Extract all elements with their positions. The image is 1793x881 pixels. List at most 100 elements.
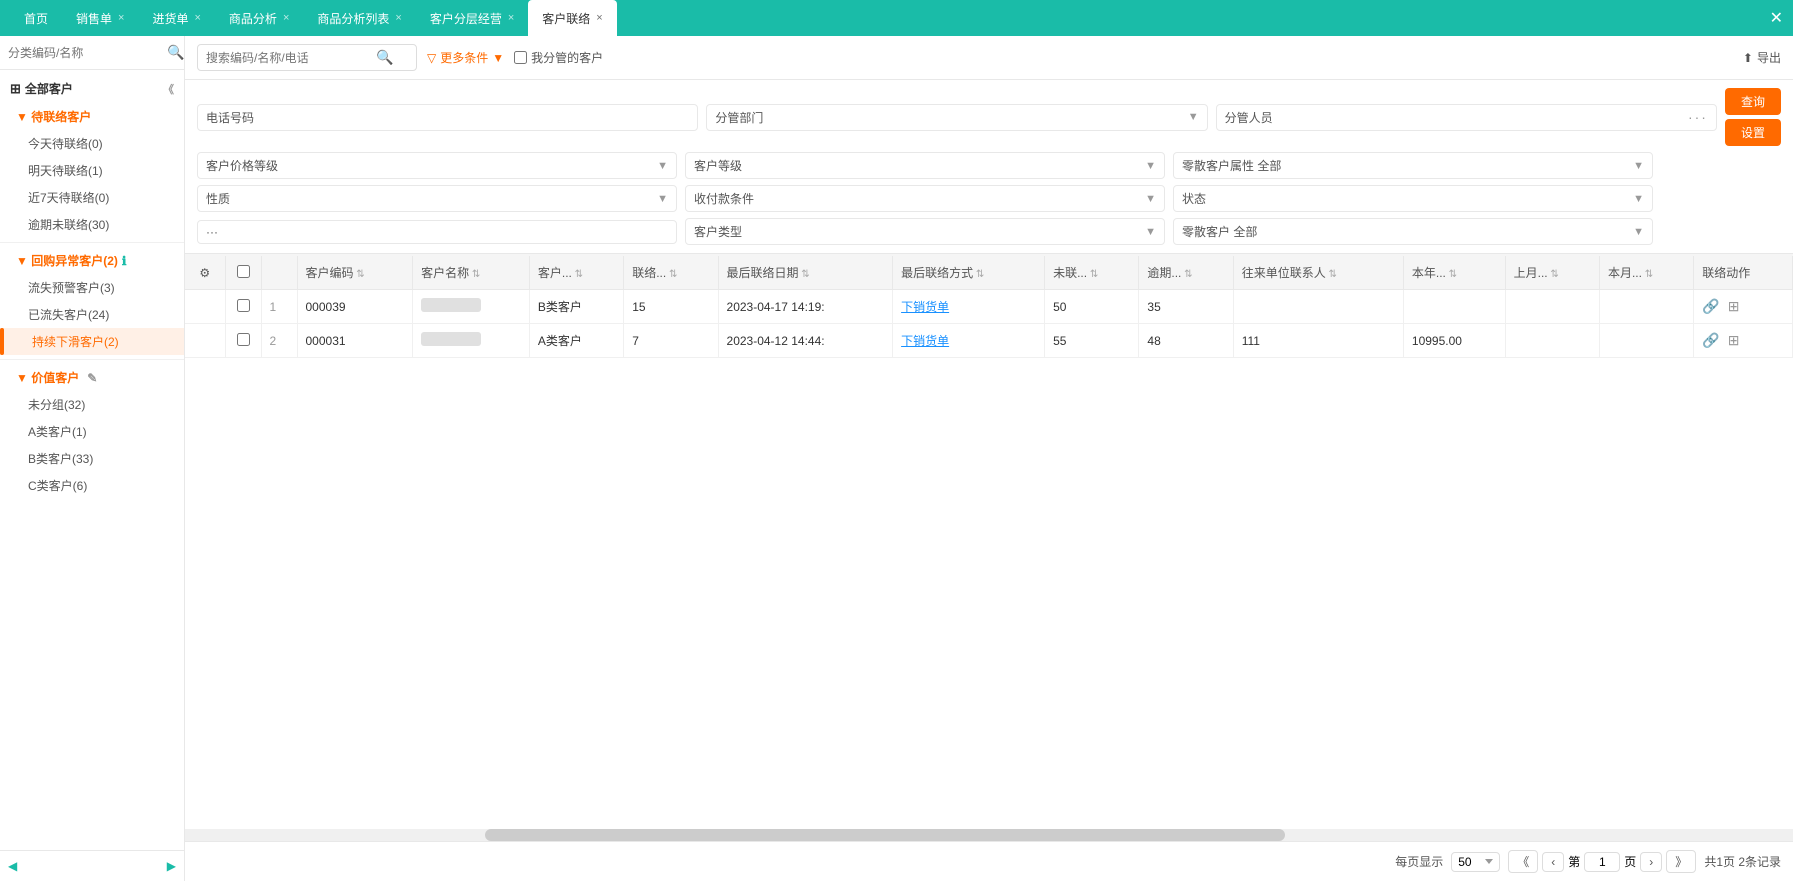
nav-home[interactable]: 首页 <box>10 0 62 36</box>
th-contact-count[interactable]: 联络... <box>624 256 718 290</box>
settings-button[interactable]: 设置 <box>1725 119 1781 146</box>
sidebar-item-7days[interactable]: 近7天待联络(0) <box>0 184 184 211</box>
th-num <box>261 256 297 290</box>
edit-icon[interactable]: ✎ <box>87 371 97 385</box>
close-analysis-list-icon[interactable]: × <box>395 12 401 24</box>
page-input[interactable] <box>1584 852 1620 872</box>
search-input[interactable] <box>206 51 376 65</box>
top-navigation: 首页 销售单 × 进货单 × 商品分析 × 商品分析列表 × 客户分层经营 × … <box>0 0 1793 36</box>
row-1-checkbox[interactable] <box>237 299 250 312</box>
filter-payment[interactable]: 收付款条件 ▼ <box>685 185 1165 212</box>
my-customers-checkbox: 我分管的客户 <box>514 49 603 66</box>
sidebar-collapse-icon[interactable]: 《 <box>163 81 174 97</box>
sidebar-next-icon[interactable]: ▶ <box>167 859 176 873</box>
sidebar-group-value[interactable]: ▼ 价值客户 ✎ <box>0 364 184 391</box>
td-past-contacts-2: 111 <box>1233 324 1403 358</box>
export-btn[interactable]: ⬆ 导出 <box>1743 49 1781 66</box>
nav-customer-mgmt[interactable]: 客户分层经营 × <box>416 0 528 36</box>
close-customer-contact-icon[interactable]: × <box>596 12 602 24</box>
link-action-icon-2[interactable]: 🔗 <box>1702 332 1719 349</box>
table-area: ⚙ 客户编码 客户名称 客户... 联络... 最后联络日期 最后联络方式 未联… <box>185 256 1793 829</box>
th-last-contact-method[interactable]: 最后联络方式 <box>893 256 1045 290</box>
nav-analysis[interactable]: 商品分析 × <box>215 0 303 36</box>
first-page-btn[interactable]: 《 <box>1508 850 1538 873</box>
filter-price-level[interactable]: 客户价格等级 ▼ <box>197 152 677 179</box>
sidebar-item-declining[interactable]: 持续下滑客户(2) <box>0 328 184 355</box>
my-customers-check[interactable] <box>514 51 527 64</box>
nav-purchase[interactable]: 进货单 × <box>138 0 214 36</box>
sidebar-item-unclassified[interactable]: 未分组(32) <box>0 391 184 418</box>
sidebar-item-overdue[interactable]: 逾期未联络(30) <box>0 211 184 238</box>
filter-retail-attr[interactable]: 零散客户属性 全部 ▼ <box>1173 152 1653 179</box>
sidebar-search-input[interactable] <box>8 46 163 60</box>
th-settings[interactable]: ⚙ <box>185 256 225 290</box>
settings-icon[interactable]: ⚙ <box>199 266 210 280</box>
close-customer-mgmt-icon[interactable]: × <box>508 12 514 24</box>
select-all-checkbox[interactable] <box>237 265 250 278</box>
filter-status[interactable]: 状态 ▼ <box>1173 185 1653 212</box>
horizontal-scrollbar[interactable] <box>185 829 1793 841</box>
th-customer-type[interactable]: 客户... <box>529 256 623 290</box>
th-this-month[interactable]: 本月... <box>1599 256 1693 290</box>
window-close-icon[interactable]: ✕ <box>1770 8 1783 28</box>
td-last-month-2 <box>1505 324 1599 358</box>
pagination-bar: 每页显示 50 20 100 《 ‹ 第 页 › 》 共1页 2条记录 <box>185 841 1793 881</box>
th-code[interactable]: 客户编码 <box>297 256 413 290</box>
filter-area: 电话号码 分管部门 ▼ 分管人员 ··· 查询 设置 客户价格等级 <box>185 80 1793 254</box>
th-past-contacts[interactable]: 往来单位联系人 <box>1233 256 1403 290</box>
sidebar-item-loss-risk[interactable]: 流失预警客户(3) <box>0 274 184 301</box>
sidebar-group-pending[interactable]: ▼ 待联络客户 <box>0 103 184 130</box>
page-label: 第 <box>1568 853 1580 870</box>
td-code-1: 000039 <box>297 290 413 324</box>
sidebar-prev-icon[interactable]: ◀ <box>8 859 17 873</box>
close-analysis-icon[interactable]: × <box>283 12 289 24</box>
close-sales-icon[interactable]: × <box>118 12 124 24</box>
link-action-icon-1[interactable]: 🔗 <box>1702 298 1719 315</box>
sidebar-search-icon[interactable]: 🔍 <box>167 44 184 61</box>
close-purchase-icon[interactable]: × <box>194 12 200 24</box>
th-last-contact-date[interactable]: 最后联络日期 <box>718 256 893 290</box>
prev-page-btn[interactable]: ‹ <box>1542 852 1564 872</box>
sidebar-item-today[interactable]: 今天待联络(0) <box>0 130 184 157</box>
main-layout: 🔍 ⊞ 全部客户 《 ▼ 待联络客户 今天待联络(0) 明天待联络(1) 近7天… <box>0 36 1793 881</box>
sidebar-item-tomorrow[interactable]: 明天待联络(1) <box>0 157 184 184</box>
filter-customer-level[interactable]: 客户等级 ▼ <box>685 152 1165 179</box>
last-page-btn[interactable]: 》 <box>1666 850 1696 873</box>
grid-action-icon-2[interactable]: ⊞ <box>1728 332 1740 349</box>
nav-customer-contact[interactable]: 客户联络 × <box>528 0 616 36</box>
toolbar-search: 🔍 <box>197 44 417 71</box>
per-page-select[interactable]: 50 20 100 <box>1451 852 1500 872</box>
more-conditions-btn[interactable]: ▽ 更多条件 ▼ <box>427 49 504 66</box>
filter-customer-type[interactable]: 客户类型 ▼ <box>685 218 1165 245</box>
nav-analysis-list[interactable]: 商品分析列表 × <box>303 0 415 36</box>
sidebar-item-lost[interactable]: 已流失客户(24) <box>0 301 184 328</box>
contact-method-link-1[interactable]: 下销货单 <box>901 300 949 314</box>
sidebar-group-abnormal[interactable]: ▼ 回购异常客户(2) ℹ <box>0 247 184 274</box>
next-page-btn[interactable]: › <box>1640 852 1662 872</box>
th-overdue[interactable]: 逾期... <box>1139 256 1233 290</box>
th-this-year[interactable]: 本年... <box>1403 256 1505 290</box>
sidebar-item-class-a[interactable]: A类客户(1) <box>0 418 184 445</box>
search-icon[interactable]: 🔍 <box>376 49 393 66</box>
th-name[interactable]: 客户名称 <box>413 256 530 290</box>
scrollbar-thumb[interactable] <box>485 829 1285 841</box>
sidebar-item-class-c[interactable]: C类客户(6) <box>0 472 184 499</box>
th-contact-action: 联络动作 <box>1694 256 1793 290</box>
manager-dots-icon[interactable]: ··· <box>1688 109 1708 125</box>
sidebar-divider-1 <box>0 242 184 243</box>
td-count-1: 15 <box>624 290 718 324</box>
filter-gender[interactable]: 性质 ▼ <box>197 185 677 212</box>
filter-dept[interactable]: 分管部门 ▼ <box>706 104 1207 131</box>
filter-more-dots[interactable]: ··· <box>197 220 677 244</box>
th-not-contacted[interactable]: 未联... <box>1045 256 1139 290</box>
row-2-checkbox[interactable] <box>237 333 250 346</box>
th-last-month[interactable]: 上月... <box>1505 256 1599 290</box>
sidebar-item-class-b[interactable]: B类客户(33) <box>0 445 184 472</box>
filter-retail2[interactable]: 零散客户 全部 ▼ <box>1173 218 1653 245</box>
grid-action-icon-1[interactable]: ⊞ <box>1728 298 1740 315</box>
query-button[interactable]: 查询 <box>1725 88 1781 115</box>
contact-method-link-2[interactable]: 下销货单 <box>901 334 949 348</box>
sidebar-all-customers[interactable]: ⊞ 全部客户 《 <box>0 74 184 103</box>
nav-sales[interactable]: 销售单 × <box>62 0 138 36</box>
gender-dropdown-icon: ▼ <box>657 193 668 205</box>
